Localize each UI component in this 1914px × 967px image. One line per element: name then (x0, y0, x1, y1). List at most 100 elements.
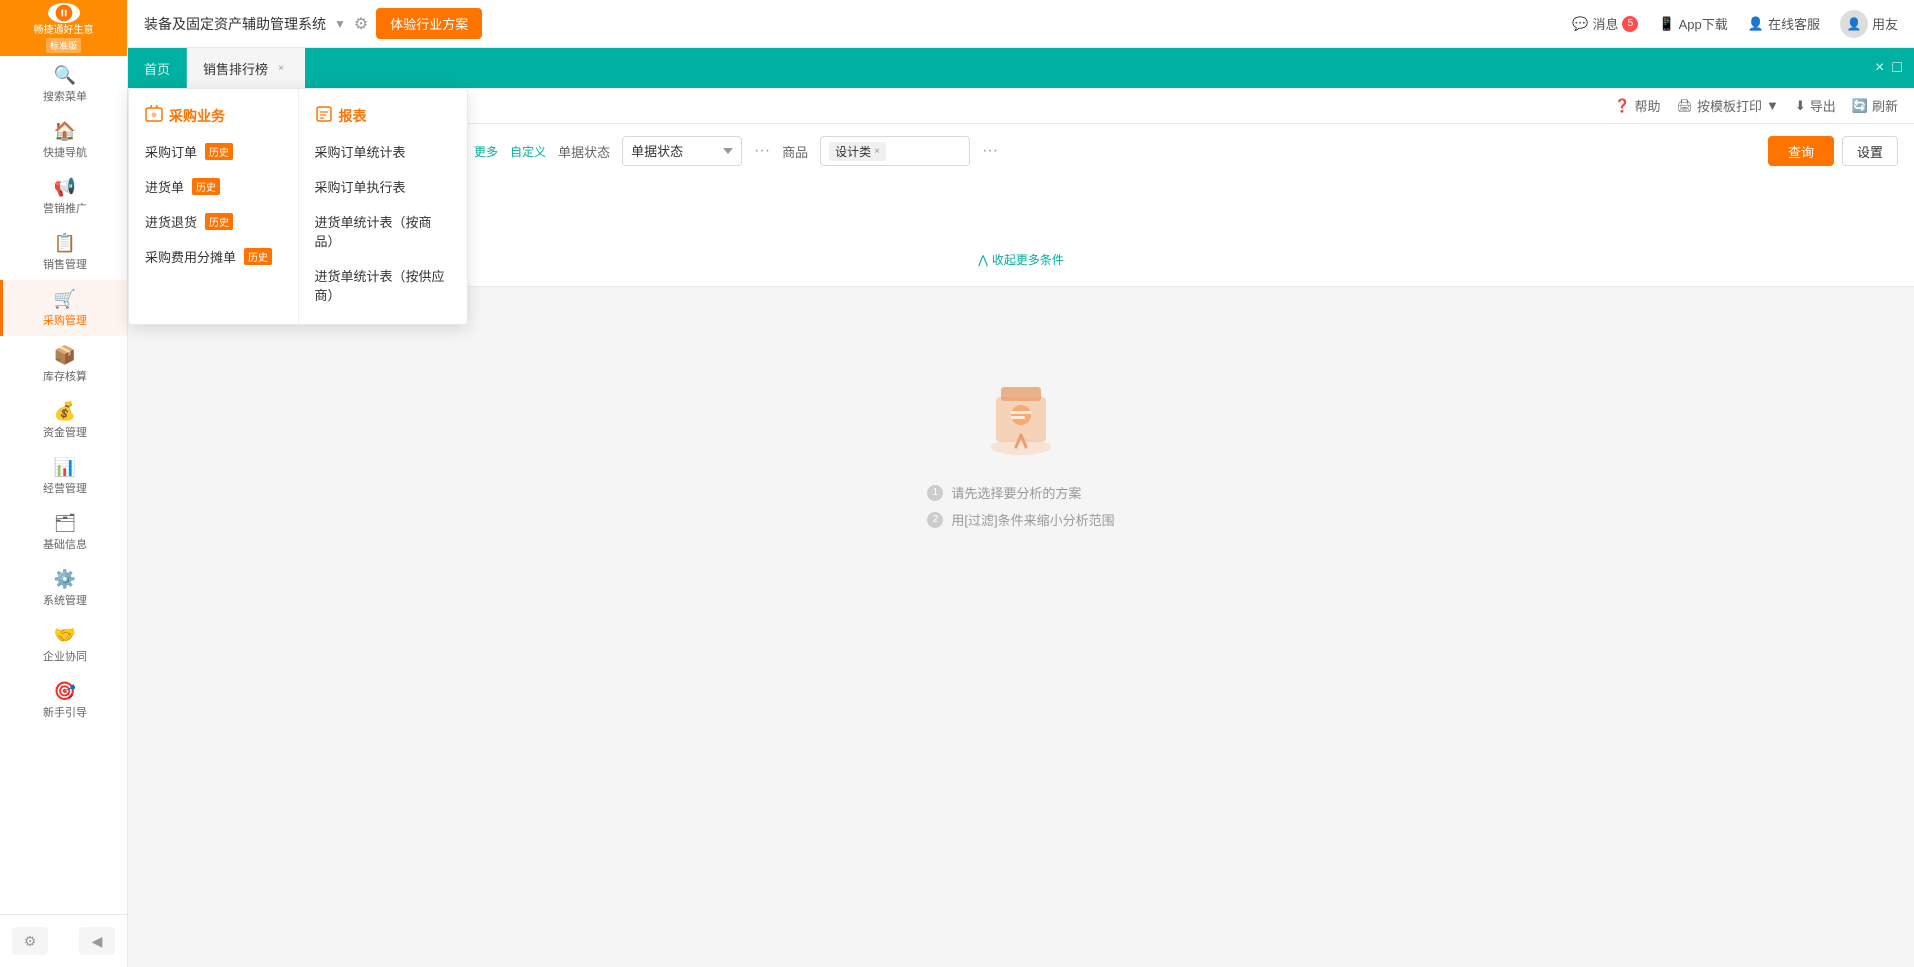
report-section-title: 报表 (339, 106, 367, 126)
user-label: 用友 (1872, 14, 1898, 33)
tab-home[interactable]: 首页 (128, 48, 187, 88)
tab-close-icon[interactable]: × (274, 61, 288, 75)
sidebar-item-label: 采购管理 (43, 312, 87, 328)
export-icon: ⬇ (1795, 98, 1806, 114)
query-button[interactable]: 查询 (1768, 136, 1834, 166)
header-settings-icon[interactable]: ⚙ (354, 14, 368, 34)
empty-hint-1: 1 请先选择要分析的方案 (927, 483, 1114, 502)
refresh-button[interactable]: 🔄 刷新 (1852, 96, 1898, 115)
sidebar-item-purchase[interactable]: 🛒 采购管理 (0, 280, 127, 336)
collapse-label: 收起更多条件 (992, 251, 1064, 268)
empty-illustration (971, 367, 1071, 467)
message-action[interactable]: 💬 消息 5 (1572, 14, 1638, 33)
empty-hints: 1 请先选择要分析的方案 2 用[过滤]条件来缩小分析范围 (927, 483, 1114, 529)
message-icon: 💬 (1572, 16, 1588, 32)
history-tag: 历史 (244, 248, 272, 265)
tab-sales-rank[interactable]: 销售排行榜 × (187, 48, 305, 88)
user-action[interactable]: 👤 用友 (1840, 10, 1898, 38)
sidebar-item-guide[interactable]: 🎯 新手引导 (0, 672, 127, 728)
finance-icon: 💰 (54, 401, 76, 422)
goods-tag-close[interactable]: × (874, 146, 880, 157)
sidebar-item-label: 销售管理 (43, 256, 87, 272)
sales-icon: 📋 (54, 233, 76, 254)
avatar: 👤 (1840, 10, 1868, 38)
dropdown-item-receive-stat-goods[interactable]: 进货单统计表（按商品） (299, 204, 468, 258)
sidebar-item-operation[interactable]: 📊 经营管理 (0, 448, 127, 504)
item-label: 进货退货 (145, 212, 197, 231)
help-icon: ❓ (1614, 98, 1630, 114)
settings-button[interactable]: 设置 (1842, 136, 1898, 166)
dropdown-item-purchase-expense[interactable]: 采购费用分摊单 历史 (129, 239, 298, 274)
refresh-icon: 🔄 (1852, 98, 1868, 114)
tab-window-maximize-icon[interactable]: □ (1892, 59, 1902, 77)
help-button[interactable]: ❓ 帮助 (1614, 96, 1660, 115)
print-icon: 🖨 (1676, 98, 1693, 114)
sidebar-item-finance[interactable]: 💰 资金管理 (0, 392, 127, 448)
sidebar-item-label: 资金管理 (43, 424, 87, 440)
sidebar-item-basic[interactable]: 🗂 基础信息 (0, 504, 127, 560)
history-tag: 历史 (192, 178, 220, 195)
history-tag: 历史 (205, 143, 233, 160)
item-label: 进货单 (145, 177, 184, 196)
purchase-dropdown-menu: 采购业务 采购订单 历史 进货单 历史 进货退货 历史 采购费用分摊单 历史 (128, 88, 468, 325)
dropdown-item-receive-stat-supplier[interactable]: 进货单统计表（按供应商） (299, 258, 468, 312)
sidebar-item-label: 基础信息 (43, 536, 87, 552)
app-download-action[interactable]: 📱 App下载 (1658, 14, 1727, 33)
item-label: 进货单统计表（按商品） (315, 212, 452, 250)
tab-window-close-icon[interactable]: × (1875, 59, 1884, 77)
goods-more-icon[interactable]: ··· (982, 142, 998, 160)
header-right: 💬 消息 5 📱 App下载 👤 在线客服 👤 用友 (1572, 10, 1898, 38)
sidebar-item-search[interactable]: 🔍 搜索菜单 (0, 56, 127, 112)
date-preset-more[interactable]: 更多 (474, 143, 498, 160)
sidebar-item-label: 新手引导 (43, 704, 87, 720)
phone-icon: 📱 (1658, 16, 1674, 32)
top-header: 装备及固定资产辅助管理系统 ▼ ⚙ 体验行业方案 💬 消息 5 📱 App下载 … (128, 0, 1914, 48)
basic-icon: 🗂 (54, 513, 77, 534)
export-label: 导出 (1810, 96, 1836, 115)
hint-number-2: 2 (927, 512, 943, 528)
sidebar: 畅捷通好生意 标准版 🔍 搜索菜单 🏠 快捷导航 📢 营销推广 📋 销售管理 🛒… (0, 0, 128, 967)
service-label: 在线客服 (1768, 14, 1820, 33)
app-label: App下载 (1679, 14, 1728, 33)
status-more-icon[interactable]: ··· (754, 142, 770, 160)
sidebar-item-sales[interactable]: 📋 销售管理 (0, 224, 127, 280)
hint-text-2: 用[过滤]条件来缩小分析范围 (951, 510, 1114, 529)
export-button[interactable]: ⬇ 导出 (1795, 96, 1836, 115)
inventory-icon: 📦 (54, 345, 76, 366)
guide-icon: 🎯 (54, 681, 76, 702)
sidebar-item-quicknav[interactable]: 🏠 快捷导航 (0, 112, 127, 168)
status-select[interactable]: 单据状态 (622, 136, 742, 166)
industry-button[interactable]: 体验行业方案 (376, 8, 482, 39)
system-icon: ⚙️ (54, 569, 76, 590)
sidebar-item-label: 经营管理 (43, 480, 87, 496)
message-label: 消息 (1592, 14, 1618, 33)
dropdown-item-receive[interactable]: 进货单 历史 (129, 169, 298, 204)
sidebar-item-system[interactable]: ⚙️ 系统管理 (0, 560, 127, 616)
status-filter-label: 单据状态 (558, 142, 610, 161)
dropdown-item-purchase-order[interactable]: 采购订单 历史 (129, 134, 298, 169)
dropdown-item-receive-return[interactable]: 进货退货 历史 (129, 204, 298, 239)
logo-icon (48, 3, 80, 23)
dropdown-item-purchase-order-exec[interactable]: 采购订单执行表 (299, 169, 468, 204)
sidebar-collapse-button[interactable]: ◀ (79, 927, 115, 955)
date-preset-custom[interactable]: 自定义 (510, 143, 546, 160)
print-dropdown-icon[interactable]: ▼ (1766, 98, 1779, 113)
print-button[interactable]: 🖨 按模板打印 ▼ (1676, 96, 1778, 115)
header-dropdown-icon[interactable]: ▼ (334, 17, 346, 31)
sidebar-item-marketing[interactable]: 📢 营销推广 (0, 168, 127, 224)
system-title: 装备及固定资产辅助管理系统 (144, 14, 326, 34)
sidebar-item-label: 企业协同 (43, 648, 87, 664)
header-left: 装备及固定资产辅助管理系统 ▼ ⚙ 体验行业方案 (144, 8, 482, 39)
sidebar-item-inventory[interactable]: 📦 库存核算 (0, 336, 127, 392)
online-service-action[interactable]: 👤 在线客服 (1748, 14, 1820, 33)
purchase-icon: 🛒 (54, 289, 76, 310)
tab-bar: 首页 销售排行榜 × × □ (128, 48, 1914, 88)
search-icon: 🔍 (54, 65, 76, 86)
service-icon: 👤 (1748, 16, 1764, 32)
goods-filter-input[interactable]: 设计类 × (820, 136, 970, 166)
report-section-icon (315, 105, 333, 126)
sidebar-item-enterprise[interactable]: 🤝 企业协同 (0, 616, 127, 672)
sidebar-settings-button[interactable]: ⚙ (12, 927, 48, 955)
dropdown-report-col: 报表 采购订单统计表 采购订单执行表 进货单统计表（按商品） 进货单统计表（按供… (299, 89, 468, 324)
dropdown-item-purchase-order-stat[interactable]: 采购订单统计表 (299, 134, 468, 169)
